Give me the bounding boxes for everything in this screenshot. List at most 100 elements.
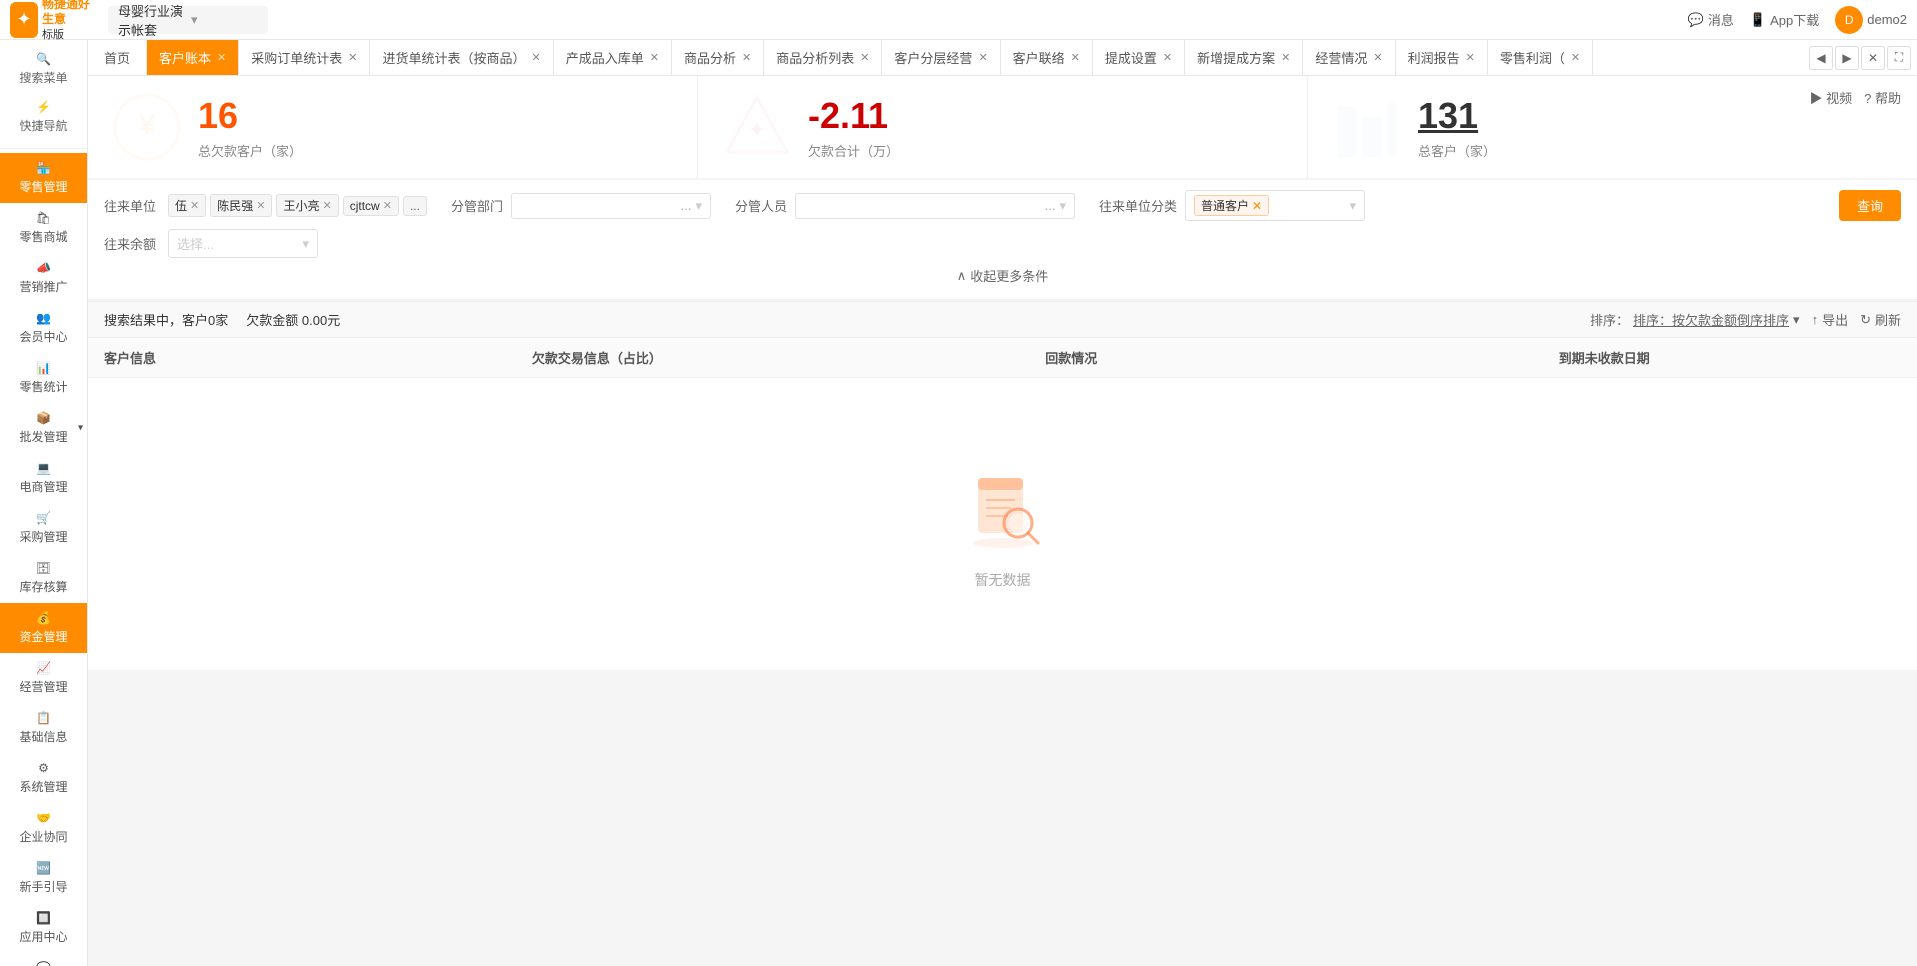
tab-new-raise-plan-close[interactable]: ✕: [1281, 51, 1290, 64]
col-header-customer: 客户信息: [104, 348, 532, 367]
remove-chen-icon[interactable]: ✕: [256, 199, 265, 212]
tab-retail-profit[interactable]: 零售利润（ ✕: [1488, 40, 1593, 76]
sidebar-item-wechat[interactable]: 💬 企业微信: [0, 953, 87, 966]
stats-right-actions: ▶ 视频 ? 帮助: [1809, 88, 1901, 107]
person-select[interactable]: ... ▾: [795, 193, 1075, 219]
col-header-repay: 回款情况: [1045, 348, 1558, 367]
person-more-btn[interactable]: ...: [1045, 198, 1056, 213]
filter-tags: 伍 ✕ 陈民强 ✕ 王小亮 ✕: [168, 194, 427, 217]
marketing-icon: 📣: [36, 261, 51, 275]
tab-business-status-close[interactable]: ✕: [1373, 51, 1382, 64]
stat-value-total: 131: [1418, 95, 1496, 137]
sidebar-item-basic[interactable]: 📋 基础信息: [0, 703, 87, 753]
tab-raise-settings-close[interactable]: ✕: [1163, 51, 1172, 64]
sidebar-item-system[interactable]: ⚙ 系统管理: [0, 753, 87, 803]
result-summary: 搜索结果中，客户0家 欠款金额 0.00元: [104, 310, 340, 329]
sidebar-item-finance[interactable]: 💰 资金管理: [0, 603, 87, 653]
sidebar-item-newbie[interactable]: 🆕 新手引导: [0, 853, 87, 903]
query-btn[interactable]: 查询: [1839, 190, 1901, 221]
tab-purchase-close[interactable]: ✕: [348, 51, 357, 64]
empty-text: 暂无数据: [975, 570, 1031, 590]
filter-tag-cjttcw[interactable]: cjttcw ✕: [343, 196, 399, 216]
ecommerce-icon: 💻: [36, 461, 51, 475]
tab-fullscreen-btn[interactable]: ⛶: [1887, 46, 1911, 70]
app-download-btn[interactable]: 📱 App下载: [1750, 10, 1819, 29]
tab-close-all-btn[interactable]: ✕: [1861, 46, 1885, 70]
tab-purchase-stats[interactable]: 进货单统计表（按商品） ✕: [370, 40, 553, 76]
tab-raise-settings[interactable]: 提成设置 ✕: [1093, 40, 1185, 76]
video-btn[interactable]: ▶ 视频: [1809, 88, 1852, 107]
sidebar-item-retail[interactable]: 🏪 零售管理: [0, 153, 87, 203]
unit-type-selected-tag: 普通客户 ✕: [1194, 195, 1269, 216]
tab-product-inbound[interactable]: 产成品入库单 ✕: [554, 40, 672, 76]
user-menu[interactable]: D demo2: [1835, 6, 1907, 34]
tab-home[interactable]: 首页: [88, 40, 147, 76]
tab-product-inbound-close[interactable]: ✕: [650, 51, 659, 64]
filter-tag-chen[interactable]: 陈民强 ✕: [210, 194, 272, 217]
help-btn[interactable]: ? 帮助: [1864, 88, 1901, 107]
filter-tag-wang[interactable]: 王小亮 ✕: [276, 194, 338, 217]
tab-bar-actions: ◀ ▶ ✕ ⛶: [1803, 46, 1917, 70]
dept-more-btn[interactable]: ...: [681, 198, 692, 213]
tab-next-btn[interactable]: ▶: [1835, 46, 1859, 70]
retail-icon: 🏪: [36, 161, 51, 175]
tab-business-status[interactable]: 经营情况 ✕: [1303, 40, 1395, 76]
tab-prev-btn[interactable]: ◀: [1809, 46, 1833, 70]
tab-customers-label: 客户账本: [159, 48, 211, 67]
sidebar-item-inventory[interactable]: 🗄 库存核算: [0, 553, 87, 603]
tab-product-analysis-close[interactable]: ✕: [742, 51, 751, 64]
sidebar-item-retail-mall[interactable]: 🛍 零售商城: [0, 203, 87, 253]
tab-purchase-stats-close[interactable]: ✕: [532, 51, 541, 64]
sidebar-item-enterprise[interactable]: 🤝 企业协同: [0, 803, 87, 853]
unit-type-select[interactable]: 普通客户 ✕ ▾: [1185, 190, 1365, 221]
sidebar-search-btn[interactable]: 🔍 搜索菜单: [4, 46, 83, 92]
tab-product-analysis-list-close[interactable]: ✕: [860, 51, 869, 64]
sidebar: 🔍 搜索菜单 ⚡ 快捷导航 🏪 零售管理 🛍 零售商城: [0, 40, 88, 966]
remove-unit-type-icon[interactable]: ✕: [1252, 199, 1262, 213]
person-label: 分管人员: [735, 196, 787, 215]
sidebar-item-ops[interactable]: 📈 经营管理: [0, 653, 87, 703]
collapse-up-icon: ∧: [957, 268, 967, 284]
sidebar-item-members[interactable]: 👥 会员中心: [0, 303, 87, 353]
tab-retail-profit-close[interactable]: ✕: [1571, 51, 1580, 64]
export-icon: ↑: [1812, 312, 1819, 327]
sidebar-item-retail-stats[interactable]: 📊 零售统计: [0, 353, 87, 403]
refresh-btn[interactable]: ↻ 刷新: [1860, 310, 1901, 329]
export-btn[interactable]: ↑ 导出: [1812, 310, 1849, 329]
retail-mall-icon: 🛍: [36, 211, 51, 225]
dept-select[interactable]: ... ▾: [511, 193, 711, 219]
tab-purchase-orders[interactable]: 采购订单统计表 ✕: [239, 40, 370, 76]
tab-customers-close[interactable]: ✕: [217, 51, 226, 64]
tab-product-analysis-list[interactable]: 商品分析列表 ✕: [764, 40, 882, 76]
sort-select[interactable]: 排序： 排序：按欠款金额倒序排序 ▾: [1590, 310, 1800, 329]
col-header-debt: 欠款交易信息（占比）: [532, 348, 1045, 367]
sidebar-item-purchase[interactable]: 🛒 采购管理: [0, 503, 87, 553]
remove-wang-icon[interactable]: ✕: [323, 199, 332, 212]
sidebar-item-marketing[interactable]: 📣 营销推广: [0, 253, 87, 303]
collapse-btn[interactable]: ∧ 收起更多条件: [957, 266, 1049, 285]
tab-customer-tier[interactable]: 客户分层经营 ✕: [882, 40, 1000, 76]
remove-wu-icon[interactable]: ✕: [190, 199, 199, 212]
tab-profit-report[interactable]: 利润报告 ✕: [1396, 40, 1488, 76]
tab-customer-tier-close[interactable]: ✕: [978, 51, 987, 64]
remove-cjttcw-icon[interactable]: ✕: [383, 199, 392, 212]
message-btn[interactable]: 💬 消息: [1688, 10, 1734, 29]
sidebar-item-wholesale[interactable]: 📦 批发管理 ▾: [0, 403, 87, 453]
quick-nav-btn[interactable]: ⚡ 快捷导航: [4, 94, 83, 140]
tab-customer-contact[interactable]: 客户联络 ✕: [1001, 40, 1093, 76]
svg-text:¥: ¥: [138, 109, 155, 140]
sidebar-item-apps[interactable]: 🔲 应用中心: [0, 903, 87, 953]
org-selector[interactable]: 母婴行业演示帐套 ▾: [108, 6, 268, 34]
amount-select[interactable]: 选择... ▾: [168, 229, 318, 258]
basic-icon: 📋: [36, 711, 51, 725]
tab-profit-report-close[interactable]: ✕: [1466, 51, 1475, 64]
sidebar-item-ecommerce[interactable]: 💻 电商管理: [0, 453, 87, 503]
tab-customer-contact-close[interactable]: ✕: [1071, 51, 1080, 64]
tab-new-raise-plan[interactable]: 新增提成方案 ✕: [1185, 40, 1303, 76]
filter-tag-more[interactable]: ...: [403, 196, 427, 216]
tab-product-analysis[interactable]: 商品分析 ✕: [672, 40, 764, 76]
stat-text-total: 131 总客户（家）: [1418, 95, 1496, 160]
message-icon: 💬: [1688, 12, 1704, 28]
tab-customers[interactable]: 客户账本 ✕: [147, 40, 239, 76]
filter-tag-wu[interactable]: 伍 ✕: [168, 194, 206, 217]
